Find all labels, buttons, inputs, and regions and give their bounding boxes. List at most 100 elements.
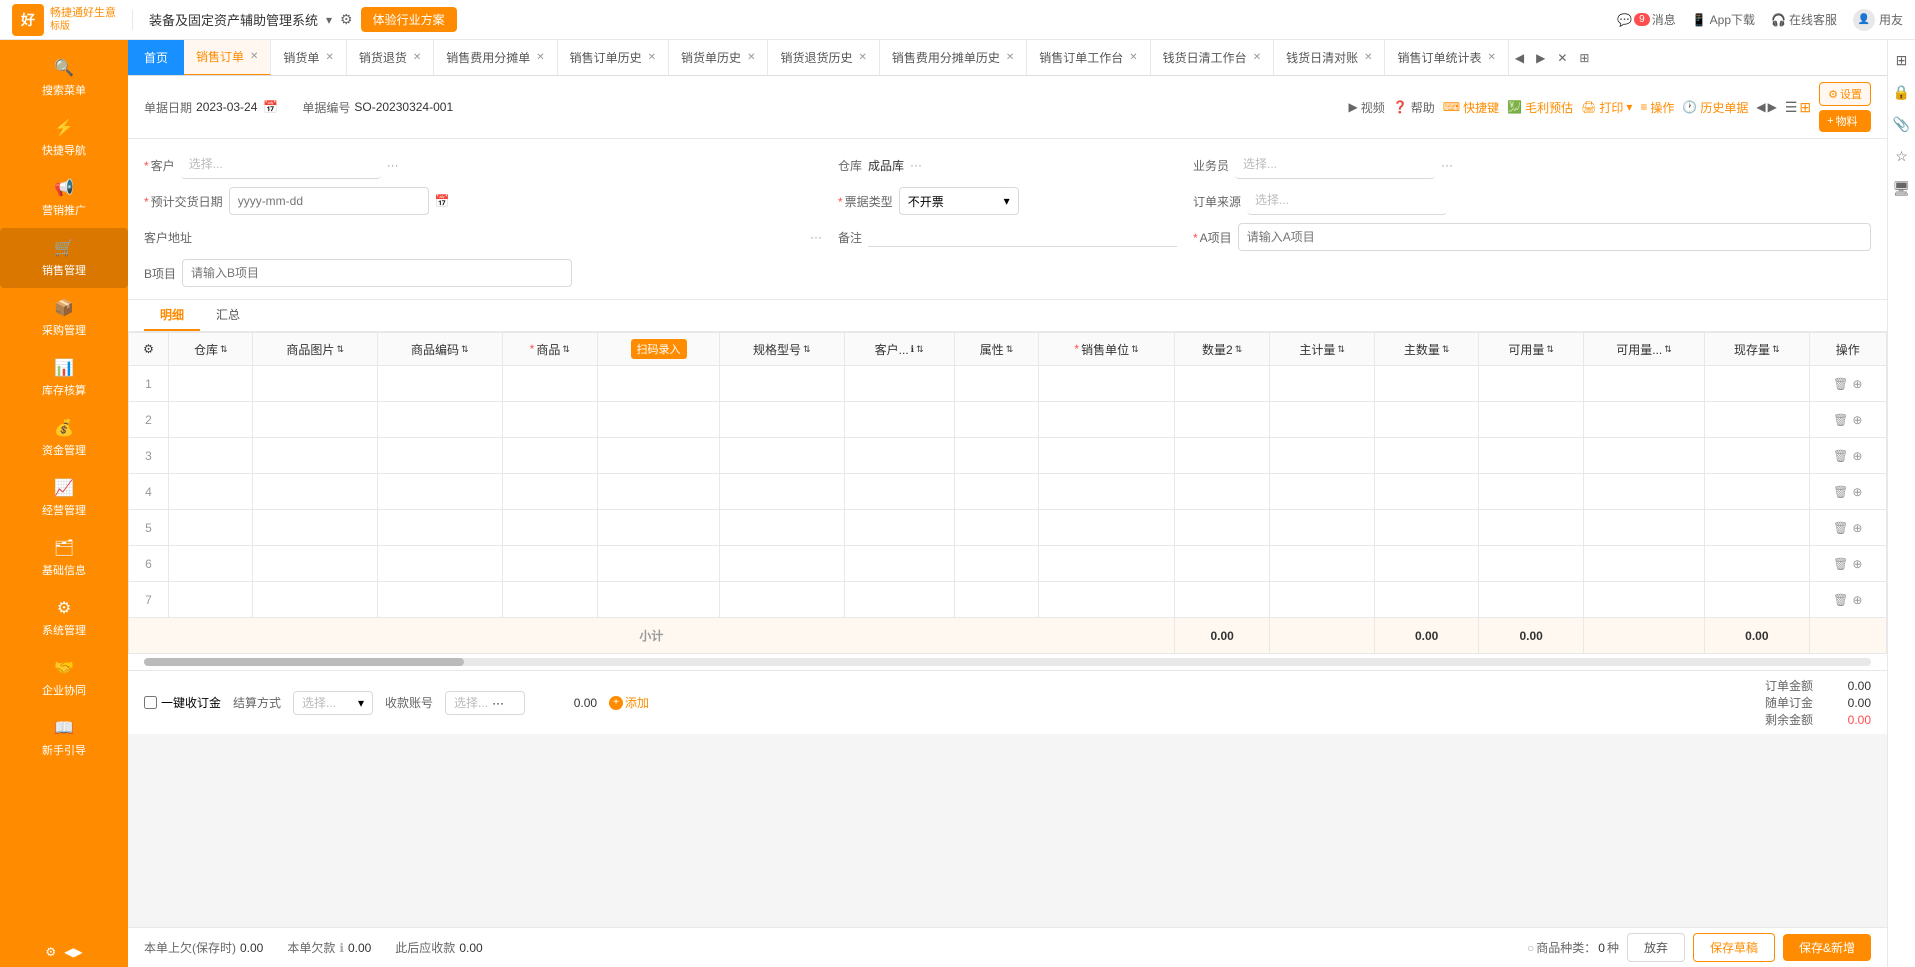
add-row-btn[interactable]: + 物料: [1819, 110, 1871, 132]
col-available[interactable]: 可用量⇅: [1479, 333, 1583, 366]
tab-sales-summary[interactable]: 销售订单统计表 ✕: [1385, 40, 1508, 76]
right-panel-icon-1[interactable]: ⊞: [1890, 48, 1914, 72]
add-payment-btn[interactable]: + 添加: [609, 694, 649, 711]
one-click-checkbox[interactable]: 一键收订金: [144, 694, 221, 711]
sidebar-collapse-icon[interactable]: ◀▶: [64, 945, 82, 959]
right-panel-icon-3[interactable]: 📎: [1890, 112, 1914, 136]
calendar-icon[interactable]: 📅: [263, 100, 278, 114]
delete-icon[interactable]: 🗑: [1833, 593, 1848, 607]
delete-icon[interactable]: 🗑: [1833, 449, 1848, 463]
tab-close-icon[interactable]: ✕: [1488, 52, 1496, 63]
tab-close-icon[interactable]: ✕: [648, 52, 656, 63]
sidebar-item-purchase[interactable]: 📦 采购管理: [0, 288, 128, 348]
salesman-input[interactable]: 选择...: [1235, 151, 1435, 179]
sidebar-item-operations[interactable]: 📈 经营管理: [0, 468, 128, 528]
col-code[interactable]: 商品编码⇅: [377, 333, 502, 366]
copy-icon[interactable]: ⊕: [1852, 521, 1862, 535]
view-card-icon[interactable]: ⊞: [1799, 99, 1811, 116]
col-main-qty[interactable]: 主数量⇅: [1374, 333, 1478, 366]
col-customer-code[interactable]: 客户...ℹ⇅: [844, 333, 954, 366]
sidebar-item-marketing[interactable]: 📢 营销推广: [0, 168, 128, 228]
tab-close-icon[interactable]: ✕: [1006, 52, 1014, 63]
help-btn[interactable]: ❓ 帮助: [1393, 99, 1435, 116]
delete-icon[interactable]: 🗑: [1833, 413, 1848, 427]
date-picker-icon[interactable]: 📅: [435, 194, 450, 208]
col-available2[interactable]: 可用量...⇅: [1583, 333, 1704, 366]
tab-sales-expense[interactable]: 销售费用分摊单 ✕: [434, 40, 557, 76]
col-main-unit[interactable]: 主计量⇅: [1270, 333, 1374, 366]
col-spec[interactable]: 规格型号⇅: [720, 333, 845, 366]
history-btn[interactable]: 🕐 历史单据: [1682, 99, 1748, 116]
profit-btn[interactable]: 💹 毛利预估: [1507, 99, 1573, 116]
tab-sales-order[interactable]: 销售订单 ✕: [184, 40, 271, 76]
tab-close-icon[interactable]: ✕: [536, 52, 544, 63]
shortcut-btn[interactable]: ⌨ 快捷键: [1443, 99, 1499, 116]
col-product[interactable]: *商品⇅: [502, 333, 598, 366]
tab-close-icon[interactable]: ✕: [250, 51, 258, 62]
col-current[interactable]: 现存量⇅: [1705, 333, 1809, 366]
copy-icon[interactable]: ⊕: [1852, 377, 1862, 391]
tab-close-icon[interactable]: ✕: [413, 52, 421, 63]
tab-menu-btn[interactable]: ⊞: [1573, 51, 1595, 65]
tab-sales-order-history[interactable]: 销售订单历史 ✕: [558, 40, 669, 76]
copy-icon[interactable]: ⊕: [1852, 485, 1862, 499]
order-source-input[interactable]: 选择...: [1247, 187, 1447, 215]
tab-home[interactable]: 首页: [128, 40, 184, 76]
tab-receipt-history[interactable]: 销货单历史 ✕: [669, 40, 768, 76]
bank-more-icon[interactable]: ···: [492, 696, 504, 710]
tab-prev-btn[interactable]: ◀: [1509, 51, 1530, 65]
sidebar-item-system[interactable]: ⚙ 系统管理: [0, 588, 128, 648]
system-select[interactable]: 装备及固定资产辅助管理系统 ▾: [149, 10, 332, 29]
tab-close-icon[interactable]: ✕: [1129, 52, 1137, 63]
settings-btn[interactable]: ⚙ 设置: [1819, 82, 1871, 106]
bank-account-select[interactable]: 选择... ···: [445, 691, 525, 715]
delete-icon[interactable]: 🗑: [1833, 377, 1848, 391]
copy-icon[interactable]: ⊕: [1852, 449, 1862, 463]
sidebar-item-finance[interactable]: 💰 资金管理: [0, 408, 128, 468]
nav-prev-icon[interactable]: ◀: [1756, 100, 1765, 114]
tab-return-history[interactable]: 销货退货历史 ✕: [768, 40, 879, 76]
sidebar-item-basic[interactable]: 🗂 基础信息: [0, 528, 128, 588]
col-scan[interactable]: 扫码录入: [598, 333, 720, 366]
payment-method-select[interactable]: 选择... ▾: [293, 691, 373, 715]
warehouse-more-icon[interactable]: ···: [910, 158, 922, 172]
tab-detail[interactable]: 明细: [144, 300, 200, 331]
discard-btn[interactable]: 放弃: [1627, 933, 1685, 962]
online-service-btn[interactable]: 🎧 在线客服: [1771, 11, 1837, 28]
tab-next-btn[interactable]: ▶: [1530, 51, 1551, 65]
salesman-more-icon[interactable]: ···: [1441, 158, 1453, 172]
warehouse-value[interactable]: 成品库: [868, 157, 904, 174]
view-btn[interactable]: ▶ 视频: [1349, 99, 1385, 116]
tab-expense-history[interactable]: 销售费用分摊单历史 ✕: [880, 40, 1027, 76]
customer-more-icon[interactable]: ···: [387, 158, 399, 172]
customer-input[interactable]: 选择...: [181, 151, 381, 179]
scan-btn[interactable]: 扫码录入: [631, 339, 687, 359]
right-panel-icon-5[interactable]: 🖥: [1890, 176, 1914, 200]
sidebar-item-guide[interactable]: 📖 新手引导: [0, 708, 128, 768]
save-draft-btn[interactable]: 保存草稿: [1693, 933, 1775, 962]
print-btn[interactable]: 🖨 打印 ▾: [1581, 99, 1632, 116]
tab-summary[interactable]: 汇总: [200, 300, 256, 331]
user-menu[interactable]: 👤 用友: [1853, 9, 1903, 31]
tab-close-icon[interactable]: ✕: [858, 52, 866, 63]
col-qty2[interactable]: 数量2⇅: [1174, 333, 1270, 366]
sidebar-item-inventory[interactable]: 📊 库存核算: [0, 348, 128, 408]
address-more-icon[interactable]: ···: [810, 230, 822, 244]
right-panel-icon-4[interactable]: ☆: [1890, 144, 1914, 168]
delivery-date-input[interactable]: [229, 187, 429, 215]
copy-icon[interactable]: ⊕: [1852, 593, 1862, 607]
save-new-btn[interactable]: 保存&新增: [1783, 934, 1871, 961]
tab-close-all-btn[interactable]: ✕: [1551, 51, 1573, 65]
delete-icon[interactable]: 🗑: [1833, 557, 1848, 571]
col-settings[interactable]: ⚙: [129, 333, 169, 366]
one-click-checkbox-input[interactable]: [144, 696, 157, 709]
tab-order-workbench[interactable]: 销售订单工作台 ✕: [1027, 40, 1150, 76]
tab-close-icon[interactable]: ✕: [325, 52, 333, 63]
a-project-input[interactable]: [1238, 223, 1871, 251]
col-unit[interactable]: *销售单位⇅: [1039, 333, 1175, 366]
delete-icon[interactable]: 🗑: [1833, 485, 1848, 499]
industry-btn[interactable]: 体验行业方案: [361, 7, 457, 32]
message-btn[interactable]: 💬 9 消息: [1617, 11, 1676, 28]
nav-next-icon[interactable]: ▶: [1768, 100, 1777, 114]
tab-daily-reconcile[interactable]: 钱货日清对账 ✕: [1274, 40, 1385, 76]
